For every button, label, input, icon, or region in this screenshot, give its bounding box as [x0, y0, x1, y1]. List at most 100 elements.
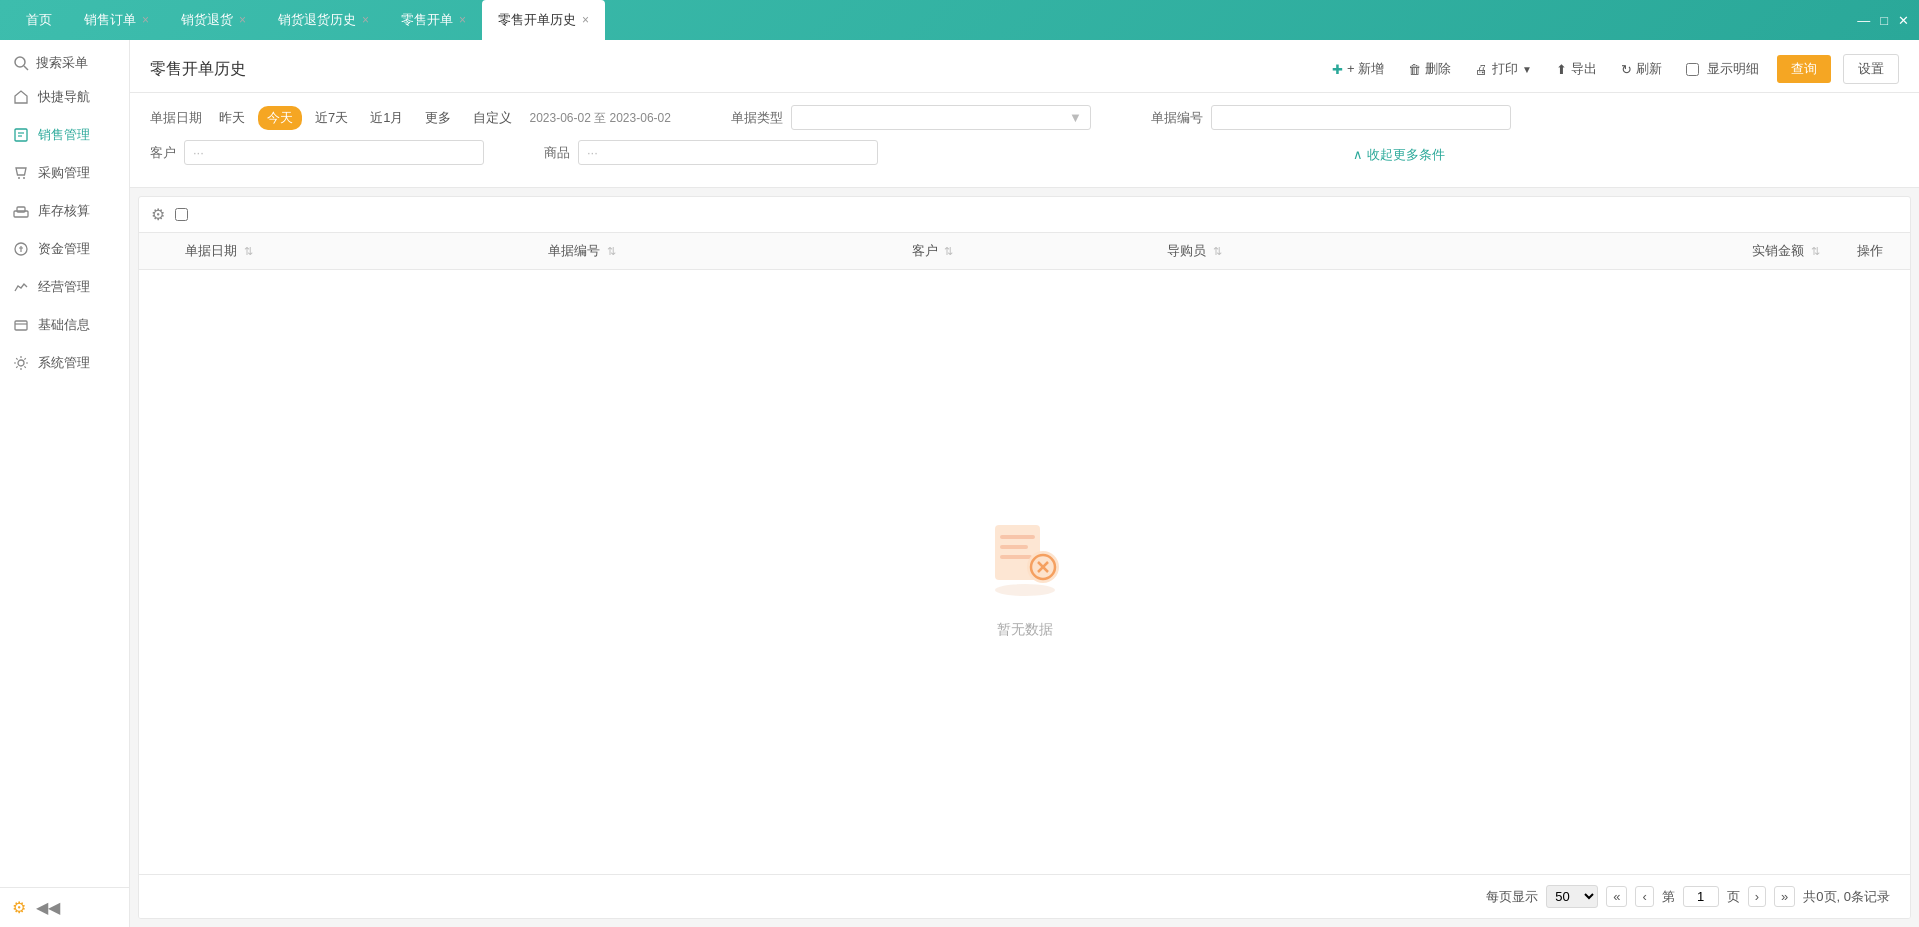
- tab-sales-return[interactable]: 销货退货 ×: [165, 0, 262, 40]
- tab-retail-history[interactable]: 零售开单历史 ×: [482, 0, 605, 40]
- sidebar: 搜索采单 快捷导航 销售管理 采购管理 库存核算: [0, 40, 130, 927]
- table-header-row: 单据日期 ⇅ 单据编号 ⇅ 客户 ⇅ 导购员 ⇅: [139, 233, 1910, 270]
- tab-sales-order[interactable]: 销售订单 ×: [68, 0, 165, 40]
- refresh-icon: ↻: [1621, 62, 1632, 77]
- date-btn-yesterday[interactable]: 昨天: [210, 106, 254, 130]
- page-header: 零售开单历史 ✚ + 新增 🗑 删除 🖨 打印 ▼ ⬆ 导出: [130, 40, 1919, 93]
- customer-filter-group: 客户 ···: [150, 140, 484, 165]
- tab-retail-order[interactable]: 零售开单 ×: [385, 0, 482, 40]
- sales-icon: [12, 126, 30, 144]
- type-select-arrow: ▼: [1069, 110, 1082, 125]
- th-customer[interactable]: 客户 ⇅: [902, 233, 1158, 270]
- sidebar-bottom: ⚙ ◀◀: [0, 887, 129, 927]
- goods-label: 商品: [544, 144, 570, 162]
- close-tab-sales-return-history[interactable]: ×: [362, 13, 369, 27]
- table-section: ⚙ 单据日期 ⇅ 单据编号 ⇅: [138, 196, 1911, 919]
- business-icon: [12, 278, 30, 296]
- date-btn-more[interactable]: 更多: [416, 106, 460, 130]
- first-page-btn[interactable]: «: [1606, 886, 1627, 907]
- sort-date-icon: ⇅: [244, 245, 253, 257]
- sidebar-item-system[interactable]: 系统管理: [0, 344, 129, 382]
- print-button[interactable]: 🖨 打印 ▼: [1469, 56, 1538, 82]
- page-label: 第: [1662, 888, 1675, 906]
- settings-button[interactable]: 设置: [1843, 54, 1899, 84]
- prev-page-btn[interactable]: ‹: [1635, 886, 1653, 907]
- next-page-btn[interactable]: ›: [1748, 886, 1766, 907]
- date-btn-custom[interactable]: 自定义: [464, 106, 521, 130]
- th-checkbox: [139, 233, 175, 270]
- export-icon: ⬆: [1556, 62, 1567, 77]
- sidebar-search-label: 搜索采单: [36, 54, 88, 72]
- th-guide[interactable]: 导购员 ⇅: [1157, 233, 1466, 270]
- query-button[interactable]: 查询: [1777, 55, 1831, 83]
- customer-label: 客户: [150, 144, 176, 162]
- svg-point-6: [23, 177, 25, 179]
- top-nav: 首页 销售订单 × 销货退货 × 销货退货历史 × 零售开单 × 零售开单历史 …: [0, 0, 1919, 40]
- customer-select[interactable]: ···: [184, 140, 484, 165]
- tab-sales-return-history[interactable]: 销货退货历史 ×: [262, 0, 385, 40]
- window-controls: — □ ✕: [1857, 13, 1909, 28]
- tab-home[interactable]: 首页: [10, 0, 68, 40]
- close-btn[interactable]: ✕: [1898, 13, 1909, 28]
- date-btn-7days[interactable]: 近7天: [306, 106, 357, 130]
- close-tab-retail-history[interactable]: ×: [582, 13, 589, 27]
- display-detail-checkbox[interactable]: [1686, 63, 1699, 76]
- sort-customer-icon: ⇅: [944, 245, 953, 257]
- sidebar-search[interactable]: 搜索采单: [0, 48, 129, 78]
- th-date[interactable]: 单据日期 ⇅: [175, 233, 538, 270]
- date-filter-group: 单据日期 昨天 今天 近7天 近1月 更多 自定义 2023-06-02 至 2…: [150, 106, 671, 130]
- close-tab-sales-order[interactable]: ×: [142, 13, 149, 27]
- svg-rect-15: [1000, 535, 1035, 539]
- number-input[interactable]: [1211, 105, 1511, 130]
- date-btn-today[interactable]: 今天: [258, 106, 302, 130]
- delete-button[interactable]: 🗑 删除: [1402, 56, 1457, 82]
- empty-icon: [975, 505, 1075, 605]
- refresh-button[interactable]: ↻ 刷新: [1615, 56, 1668, 82]
- last-page-btn[interactable]: »: [1774, 886, 1795, 907]
- sidebar-item-finance[interactable]: 资金管理: [0, 230, 129, 268]
- goods-select[interactable]: ···: [578, 140, 878, 165]
- display-detail-button[interactable]: 显示明细: [1680, 56, 1765, 82]
- th-number[interactable]: 单据编号 ⇅: [538, 233, 901, 270]
- page-suffix: 页: [1727, 888, 1740, 906]
- date-range-text: 2023-06-02 至 2023-06-02: [529, 110, 670, 127]
- table-settings-icon[interactable]: ⚙: [151, 205, 165, 224]
- number-filter-group: 单据编号: [1151, 105, 1511, 130]
- export-button[interactable]: ⬆ 导出: [1550, 56, 1603, 82]
- minimize-btn[interactable]: —: [1857, 13, 1870, 28]
- total-info: 共0页, 0条记录: [1803, 888, 1890, 906]
- sidebar-item-business[interactable]: 经营管理: [0, 268, 129, 306]
- sidebar-item-inventory[interactable]: 库存核算: [0, 192, 129, 230]
- home-icon: [12, 88, 30, 106]
- maximize-btn[interactable]: □: [1880, 13, 1888, 28]
- sidebar-item-info[interactable]: 基础信息: [0, 306, 129, 344]
- sidebar-item-sales[interactable]: 销售管理: [0, 116, 129, 154]
- content-area: 零售开单历史 ✚ + 新增 🗑 删除 🖨 打印 ▼ ⬆ 导出: [130, 40, 1919, 927]
- date-btn-1month[interactable]: 近1月: [361, 106, 412, 130]
- sidebar-item-purchase[interactable]: 采购管理: [0, 154, 129, 192]
- type-filter-group: 单据类型 ▼: [731, 105, 1091, 130]
- page-number-input[interactable]: [1683, 886, 1719, 907]
- date-label: 单据日期: [150, 109, 202, 127]
- empty-text: 暂无数据: [997, 621, 1053, 639]
- per-page-select[interactable]: 50 100 200: [1546, 885, 1598, 908]
- close-tab-retail-order[interactable]: ×: [459, 13, 466, 27]
- pagination-bar: 每页显示 50 100 200 « ‹ 第 页 › » 共0页, 0条记录: [139, 874, 1910, 918]
- collapse-btn[interactable]: ∧ 收起更多条件: [1353, 146, 1445, 164]
- select-all-checkbox[interactable]: [175, 208, 188, 221]
- sort-guide-icon: ⇅: [1213, 245, 1222, 257]
- type-select[interactable]: ▼: [791, 105, 1091, 130]
- finance-icon: [12, 240, 30, 258]
- plus-icon: ✚: [1332, 62, 1343, 77]
- filter-row-2: 客户 ··· 商品 ··· ∧ 收起更多条件: [150, 140, 1899, 165]
- collapse-sidebar-icon[interactable]: ◀◀: [36, 898, 60, 917]
- filter-row-1: 单据日期 昨天 今天 近7天 近1月 更多 自定义 2023-06-02 至 2…: [150, 105, 1899, 130]
- filter-area: 单据日期 昨天 今天 近7天 近1月 更多 自定义 2023-06-02 至 2…: [130, 93, 1919, 188]
- sidebar-item-nav[interactable]: 快捷导航: [0, 78, 129, 116]
- close-tab-sales-return[interactable]: ×: [239, 13, 246, 27]
- goods-ellipsis: ···: [587, 145, 598, 160]
- svg-rect-10: [15, 321, 27, 330]
- add-button[interactable]: ✚ + 新增: [1326, 56, 1390, 82]
- th-amount[interactable]: 实销金额 ⇅: [1467, 233, 1830, 270]
- settings-bottom-icon[interactable]: ⚙: [12, 898, 26, 917]
